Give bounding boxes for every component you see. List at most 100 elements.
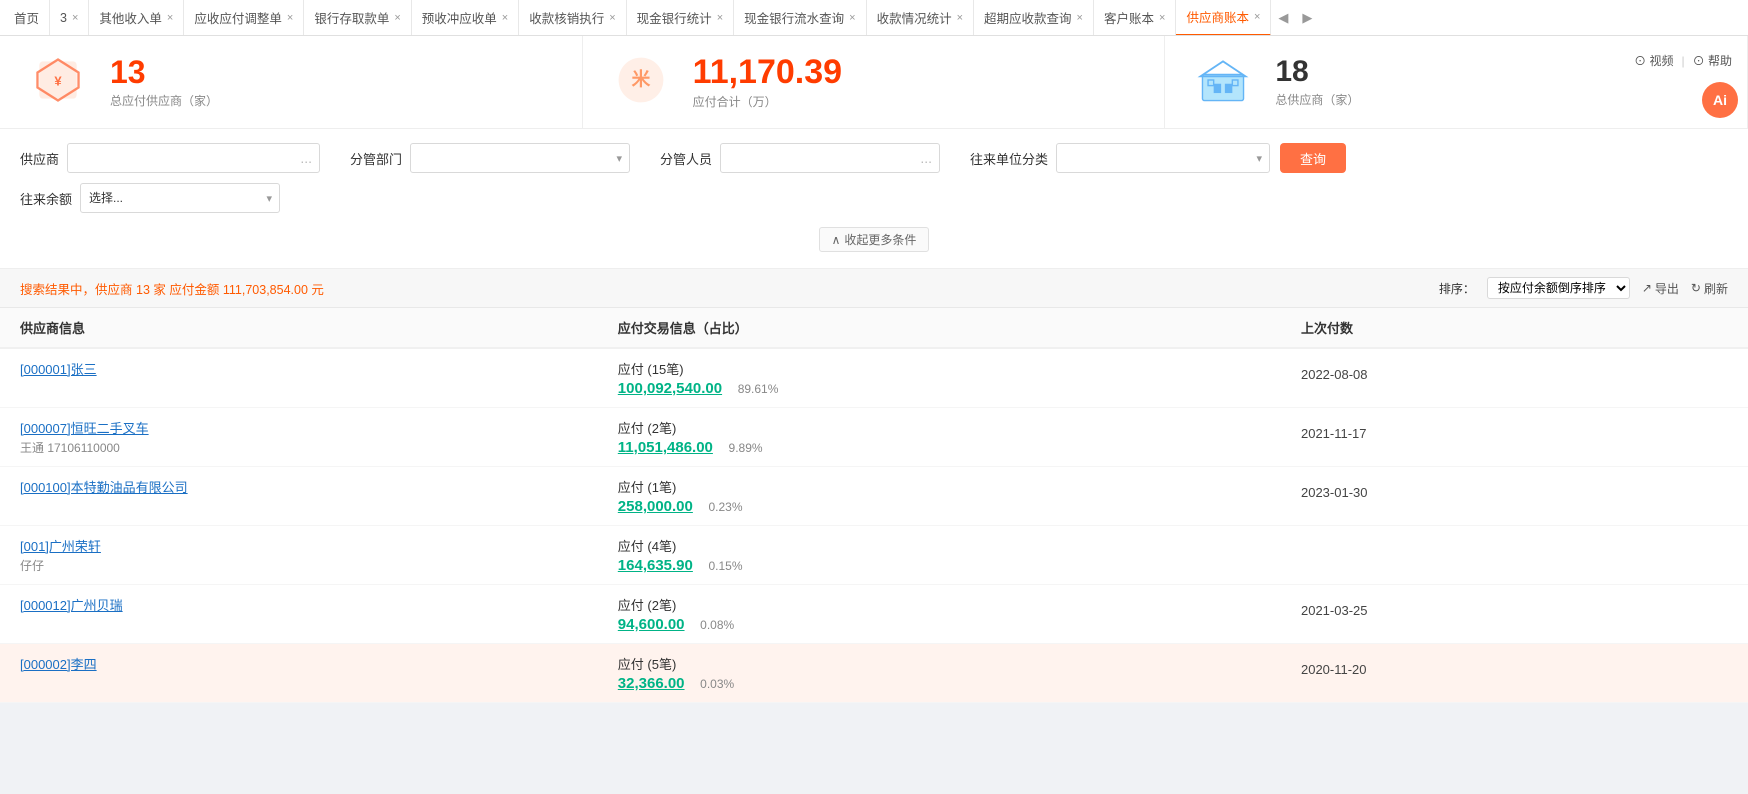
nav-tab-recv-stat[interactable]: 收款情况统计 × (867, 0, 974, 36)
trans-percent-rong-xuan: 0.15% (709, 559, 743, 573)
supplier-filter-label: 供应商 (20, 149, 59, 168)
ai-button[interactable]: Ai (1702, 82, 1738, 118)
export-icon: ↗ (1642, 281, 1652, 295)
supplier-link-heng-wang[interactable]: [000007]恒旺二手叉车 (20, 421, 149, 436)
nav-arrow-left[interactable]: ◀ (1271, 0, 1295, 36)
export-button[interactable]: ↗ 导出 (1642, 280, 1679, 297)
trans-amount-zhang-san[interactable]: 100,092,540.00 (618, 380, 722, 397)
category-filter-label: 往来单位分类 (970, 149, 1048, 168)
trans-percent-heng-wang: 9.89% (729, 441, 763, 455)
nav-tab-cash-flow-label: 现金银行流水查询 (744, 8, 844, 27)
nav-tab-prepay-ar[interactable]: 预收冲应收单 × (412, 0, 519, 36)
help-link[interactable]: ⊙ 帮助 (1693, 52, 1732, 69)
total-suppliers-number: 18 (1275, 57, 1359, 87)
table-row-zhang-san: [000001]张三 应付 (15笔) 100,092,540.00 89.61… (0, 349, 1748, 408)
nav-tab-ar-adjust-label: 应收应付调整单 (194, 8, 282, 27)
nav-tab-supplier-book-close[interactable]: × (1254, 11, 1260, 23)
help-icon: ⊙ (1693, 54, 1705, 68)
balance-filter-label: 往来余额 (20, 189, 72, 208)
nav-tab-3-close[interactable]: × (72, 12, 78, 24)
filter-item-category: 往来单位分类 (970, 143, 1270, 173)
supplier-dots-btn[interactable]: ... (300, 150, 312, 166)
th-transaction-info: 应付交易信息（占比） (618, 318, 1301, 337)
nav-tab-3-label: 3 (60, 11, 67, 25)
nav-tab-ar-adjust[interactable]: 应收应付调整单 × (184, 0, 304, 36)
person-dots-btn[interactable]: ... (920, 150, 932, 166)
supplier-link-ben-te-qin[interactable]: [000100]本特勤油品有限公司 (20, 480, 188, 495)
balance-select-wrapper: 选择... (80, 183, 280, 213)
nav-tab-cash-flow-close[interactable]: × (849, 12, 855, 24)
trans-amount-rong-xuan[interactable]: 164,635.90 (618, 557, 693, 574)
sort-select[interactable]: 按应付余额倒序排序 (1487, 277, 1630, 299)
nav-tab-cash-flow[interactable]: 现金银行流水查询 × (734, 0, 866, 36)
balance-select[interactable]: 选择... (80, 183, 280, 213)
nav-tab-other-income[interactable]: 其他收入单 × (89, 0, 184, 36)
td-lastpay-li-si: 2020-11-20 (1301, 654, 1728, 677)
supplier-input[interactable] (67, 143, 320, 173)
supplier-link-rong-xuan[interactable]: [001]广州荣轩 (20, 539, 101, 554)
filter-item-dept: 分管部门 (350, 143, 630, 173)
svg-text:米: 米 (631, 69, 650, 90)
stat-card-payable-suppliers: ¥ 13 总应付供应商（家） (0, 36, 583, 128)
payable-suppliers-icon: ¥ (30, 52, 90, 112)
nav-tab-recv-stat-close[interactable]: × (957, 12, 963, 24)
nav-tab-overdue-ar-close[interactable]: × (1077, 12, 1083, 24)
nav-tab-bank-deposit[interactable]: 银行存取款单 × (304, 0, 411, 36)
nav-tab-ar-adjust-close[interactable]: × (287, 12, 293, 24)
nav-tab-cash-stat-close[interactable]: × (717, 12, 723, 24)
nav-tab-bank-deposit-close[interactable]: × (394, 12, 400, 24)
top-navigation: 首页 3 × 其他收入单 × 应收应付调整单 × 银行存取款单 × 预收冲应收单… (0, 0, 1748, 36)
divider: | (1682, 54, 1685, 68)
video-link[interactable]: ⊙ 视频 (1634, 52, 1673, 69)
category-select[interactable] (1056, 143, 1270, 173)
dept-select-wrapper (410, 143, 630, 173)
table-row-ben-te-qin: [000100]本特勤油品有限公司 应付 (1笔) 258,000.00 0.2… (0, 467, 1748, 526)
nav-tab-customer-book[interactable]: 客户账本 × (1094, 0, 1176, 36)
nav-tab-customer-book-close[interactable]: × (1159, 12, 1165, 24)
result-middle: 家 应付金额 (153, 283, 219, 297)
payable-suppliers-number: 13 (110, 56, 218, 88)
td-lastpay-rong-xuan (1301, 536, 1728, 544)
dept-filter-label: 分管部门 (350, 149, 402, 168)
nav-tab-cash-stat[interactable]: 现金银行统计 × (627, 0, 734, 36)
dept-select[interactable] (410, 143, 630, 173)
result-suffix: 元 (311, 283, 324, 297)
supplier-link-bei-rui[interactable]: [000012]广州贝瑞 (20, 598, 123, 613)
nav-tab-prepay-ar-close[interactable]: × (502, 12, 508, 24)
search-button[interactable]: 查询 (1280, 143, 1346, 173)
result-info: 搜索结果中，供应商 13 家 应付金额 111,703,854.00 元 (20, 279, 324, 298)
trans-percent-zhang-san: 89.61% (738, 382, 779, 396)
nav-tab-other-income-close[interactable]: × (167, 12, 173, 24)
nav-tab-recv-verify[interactable]: 收款核销执行 × (519, 0, 626, 36)
trans-percent-bei-rui: 0.08% (700, 618, 734, 632)
nav-tab-home[interactable]: 首页 (4, 0, 50, 36)
collapse-button[interactable]: ∧ 收起更多条件 (819, 227, 930, 252)
stat-card-payable-total: 米 11,170.39 应付合计（万） (583, 36, 1166, 128)
td-transaction-li-si: 应付 (5笔) 32,366.00 0.03% (618, 654, 1301, 692)
person-input-wrap: ... (720, 143, 940, 173)
trans-amount-ben-te-qin[interactable]: 258,000.00 (618, 498, 693, 515)
stats-bar: ¥ 13 总应付供应商（家） 米 11,170.39 应付合计（万） (0, 36, 1748, 129)
table-row-guang-zhou-bei-rui: [000012]广州贝瑞 应付 (2笔) 94,600.00 0.08% 202… (0, 585, 1748, 644)
nav-tab-recv-verify-close[interactable]: × (609, 12, 615, 24)
supplier-input-wrap: ... (67, 143, 320, 173)
nav-tab-overdue-ar[interactable]: 超期应收款查询 × (974, 0, 1094, 36)
payable-total-number: 11,170.39 (693, 55, 842, 89)
person-input[interactable] (720, 143, 940, 173)
result-prefix: 搜索结果中，供应商 (20, 283, 133, 297)
result-amount: 111,703,854.00 (223, 283, 308, 297)
trans-amount-heng-wang[interactable]: 11,051,486.00 (618, 439, 713, 456)
trans-type-ben-te-qin: 应付 (1笔) (618, 477, 1301, 496)
trans-amount-bei-rui[interactable]: 94,600.00 (618, 616, 685, 633)
nav-tab-3[interactable]: 3 × (50, 0, 89, 36)
trans-amount-li-si[interactable]: 32,366.00 (618, 675, 685, 692)
help-label: 帮助 (1708, 54, 1732, 68)
supplier-link-li-si[interactable]: [000002]李四 (20, 657, 97, 672)
nav-tab-supplier-book[interactable]: 供应商账本 × (1176, 0, 1271, 36)
nav-tab-recv-verify-label: 收款核销执行 (529, 8, 604, 27)
video-icon: ⊙ (1634, 54, 1646, 68)
supplier-link-zhang-san[interactable]: [000001]张三 (20, 362, 97, 377)
nav-arrow-right[interactable]: ▶ (1295, 0, 1319, 36)
td-transaction-ben-te-qin: 应付 (1笔) 258,000.00 0.23% (618, 477, 1301, 515)
refresh-button[interactable]: ↻ 刷新 (1691, 280, 1728, 297)
